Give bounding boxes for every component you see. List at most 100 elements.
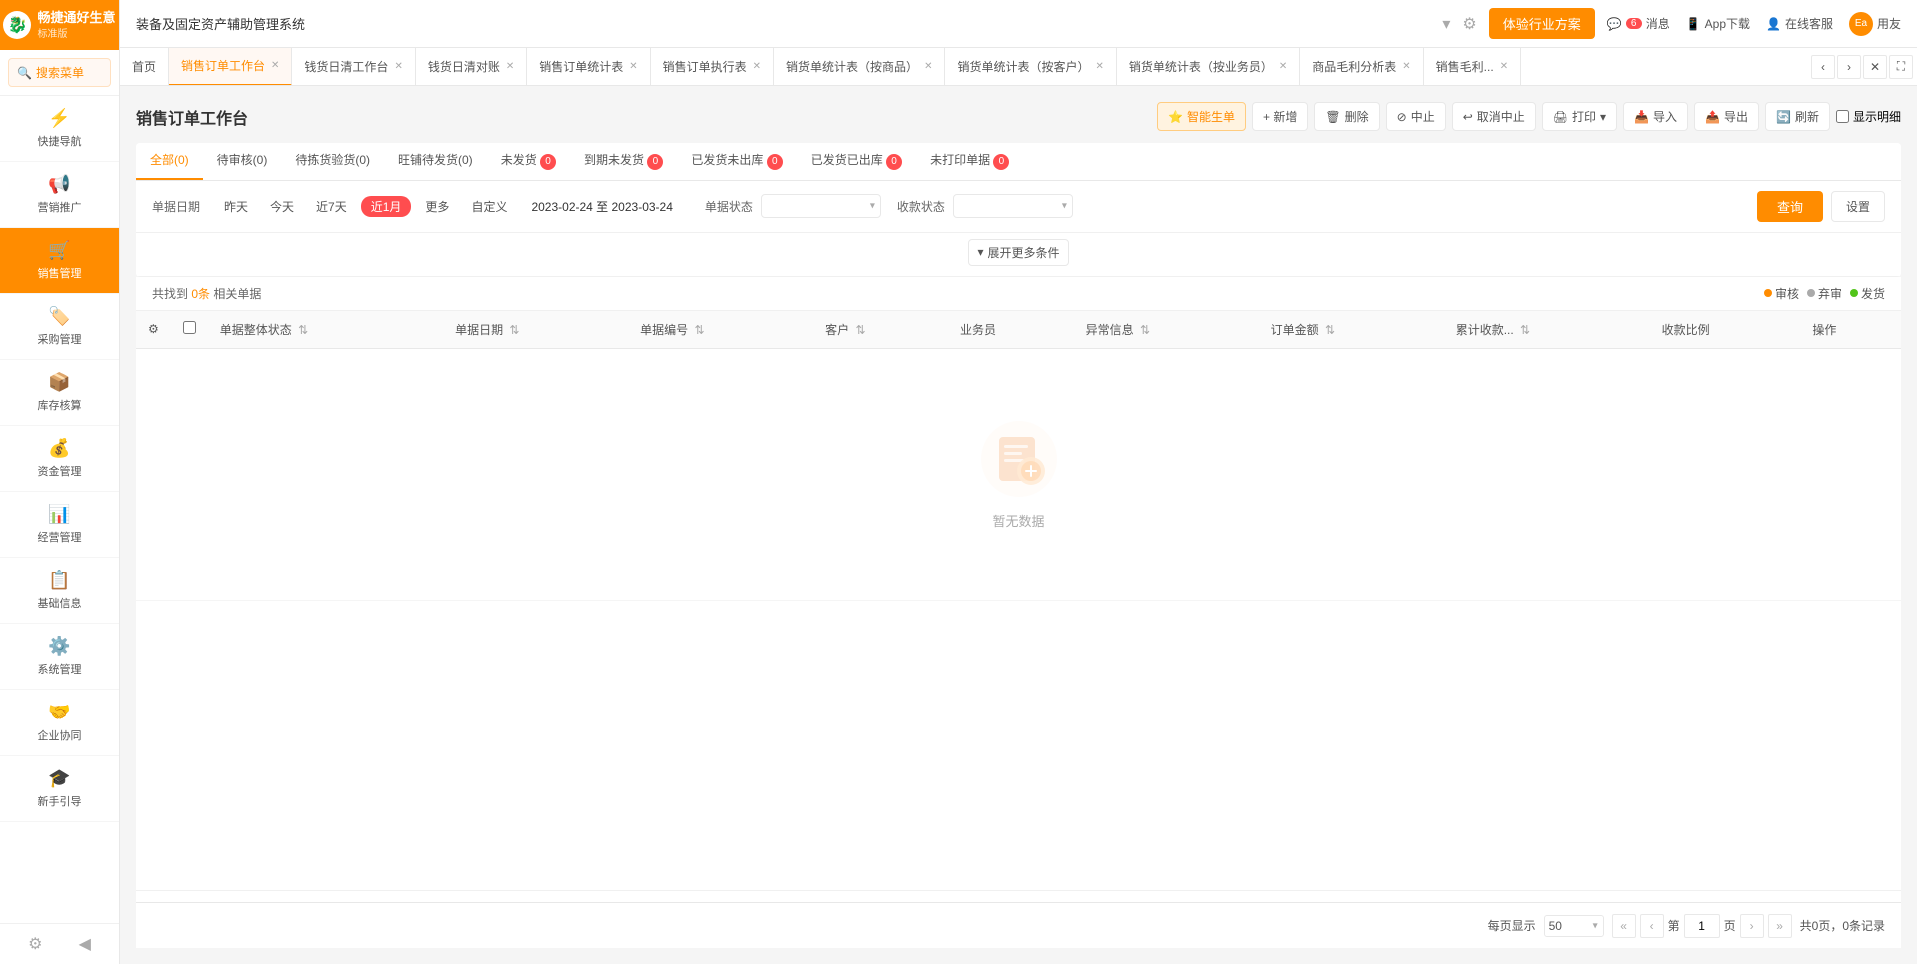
filter-settings-button[interactable]: 设置: [1831, 191, 1885, 222]
logo-icon: 🐉: [3, 11, 31, 39]
sidebar-settings-button[interactable]: ⚙: [28, 934, 42, 954]
th-staff[interactable]: 业务员: [948, 311, 1074, 349]
stop-button[interactable]: ⊘ 中止: [1386, 102, 1446, 131]
trial-button[interactable]: 体验行业方案: [1489, 8, 1595, 39]
select-all-checkbox[interactable]: [183, 321, 196, 334]
date-btn-1month[interactable]: 近1月: [361, 196, 412, 217]
filter-tab-expired[interactable]: 到期未发货 0: [570, 143, 677, 180]
tab-sales-bycustomer-close[interactable]: ✕: [1095, 61, 1103, 72]
sidebar-item-base[interactable]: 📋 基础信息: [0, 558, 119, 624]
tab-sales-stat-close[interactable]: ✕: [629, 61, 637, 72]
column-settings-icon[interactable]: ⚙: [148, 322, 159, 336]
sidebar-item-guide[interactable]: 🎓 新手引导: [0, 756, 119, 822]
tab-sales-workbench[interactable]: 销售订单工作台 ✕: [169, 48, 292, 86]
table-count-link[interactable]: 0条: [191, 287, 210, 301]
per-page-select[interactable]: 10 20 50 100: [1544, 915, 1604, 937]
tab-prev-button[interactable]: ‹: [1811, 55, 1835, 79]
filter-tab-all[interactable]: 全部(0): [136, 143, 203, 180]
tab-cash-daily-close[interactable]: ✕: [394, 61, 402, 72]
tab-fullscreen-button[interactable]: ⛶: [1889, 55, 1913, 79]
th-number[interactable]: 单据编号 ⇅: [628, 311, 813, 349]
filter-tab-not-printed[interactable]: 未打印单据 0: [916, 143, 1023, 180]
topbar-settings-icon[interactable]: ⚙: [1462, 14, 1476, 34]
tab-close-all-button[interactable]: ✕: [1863, 55, 1887, 79]
delete-button[interactable]: 🗑 删除: [1314, 102, 1379, 131]
sidebar-item-system[interactable]: ⚙️ 系统管理: [0, 624, 119, 690]
tab-sales-bystaff-close[interactable]: ✕: [1279, 61, 1287, 72]
tab-next-button[interactable]: ›: [1837, 55, 1861, 79]
export-button[interactable]: 📤 导出: [1694, 102, 1759, 131]
filter-tab-pending[interactable]: 待审核(0): [203, 143, 282, 180]
message-button[interactable]: 💬 6 消息: [1607, 15, 1670, 32]
expand-filter-button[interactable]: ▾ 展开更多条件: [968, 239, 1068, 266]
th-date[interactable]: 单据日期 ⇅: [443, 311, 628, 349]
receipt-select[interactable]: [953, 194, 1073, 218]
prev-page-button[interactable]: ‹: [1640, 914, 1664, 938]
approve-button[interactable]: 审核: [1764, 285, 1799, 302]
tab-cash-reconcile[interactable]: 钱货日清对账 ✕: [416, 48, 527, 86]
sidebar-item-finance[interactable]: 💰 资金管理: [0, 426, 119, 492]
sort-icon-customer: ⇅: [856, 323, 866, 337]
show-detail-checkbox[interactable]: [1836, 110, 1849, 123]
page-input[interactable]: [1684, 914, 1720, 938]
date-btn-yesterday[interactable]: 昨天: [216, 196, 256, 217]
refresh-button[interactable]: 🔄 刷新: [1765, 102, 1830, 131]
ai-generate-button[interactable]: ⭐ 智能生单: [1157, 102, 1246, 131]
tab-sales-exec[interactable]: 销售订单执行表 ✕: [651, 48, 774, 86]
search-menu-button[interactable]: 🔍 搜索菜单: [8, 58, 111, 87]
ship-button[interactable]: 发货: [1850, 285, 1885, 302]
tab-sales-bycustomer[interactable]: 销货单统计表（按客户） ✕: [945, 48, 1116, 86]
status-select[interactable]: [761, 194, 881, 218]
print-button[interactable]: 🖨 打印 ▾: [1542, 102, 1617, 131]
filter-tab-wangpu[interactable]: 旺铺待发货(0): [384, 143, 487, 180]
add-button[interactable]: + 新增: [1252, 102, 1308, 131]
reject-button[interactable]: 弃审: [1807, 285, 1842, 302]
tab-home[interactable]: 首页: [120, 48, 169, 86]
date-btn-today[interactable]: 今天: [262, 196, 302, 217]
horizontal-scrollbar[interactable]: [136, 890, 1901, 902]
date-btn-7days[interactable]: 近7天: [308, 196, 355, 217]
th-customer[interactable]: 客户 ⇅: [813, 311, 948, 349]
tab-sales-exec-close[interactable]: ✕: [753, 61, 761, 72]
filter-tab-shipped-out[interactable]: 已发货已出库 0: [797, 143, 916, 180]
tab-sales-byproduct-close[interactable]: ✕: [924, 61, 932, 72]
sidebar-item-purchase[interactable]: 🏷️ 采购管理: [0, 294, 119, 360]
sidebar-item-inventory[interactable]: 📦 库存核算: [0, 360, 119, 426]
next-page-button[interactable]: ›: [1740, 914, 1764, 938]
sidebar-item-sales[interactable]: 🛒 销售管理: [0, 228, 119, 294]
date-btn-custom[interactable]: 自定义: [463, 196, 515, 217]
tab-sales-byproduct[interactable]: 销货单统计表（按商品） ✕: [774, 48, 945, 86]
stop-icon: ⊘: [1397, 110, 1407, 124]
sidebar-collapse-button[interactable]: ◀: [79, 934, 91, 954]
th-amount[interactable]: 订单金额 ⇅: [1259, 311, 1444, 349]
last-page-button[interactable]: »: [1768, 914, 1792, 938]
query-button[interactable]: 查询: [1757, 191, 1823, 222]
date-btn-more[interactable]: 更多: [417, 196, 457, 217]
tab-gross-margin[interactable]: 商品毛利分析表 ✕: [1300, 48, 1423, 86]
filter-tab-not-shipped[interactable]: 未发货 0: [487, 143, 570, 180]
tab-sales-stat[interactable]: 销售订单统计表 ✕: [527, 48, 650, 86]
tab-gross-margin-close[interactable]: ✕: [1402, 61, 1410, 72]
show-detail-checkbox-label[interactable]: 显示明细: [1836, 108, 1901, 125]
sidebar-item-corp[interactable]: 🤝 企业协同: [0, 690, 119, 756]
first-page-button[interactable]: «: [1612, 914, 1636, 938]
user-menu[interactable]: Ea 用友: [1849, 12, 1901, 36]
tab-sales-bystaff[interactable]: 销货单统计表（按业务员） ✕: [1117, 48, 1300, 86]
expired-badge: 0: [647, 154, 663, 170]
online-service-button[interactable]: 👤 在线客服: [1766, 15, 1833, 32]
import-button[interactable]: 📥 导入: [1623, 102, 1688, 131]
tab-sales-more[interactable]: 销售毛利... ✕: [1424, 48, 1521, 86]
filter-tab-shipped-not-out[interactable]: 已发货未出库 0: [677, 143, 796, 180]
sidebar-item-nav[interactable]: ⚡ 快捷导航: [0, 96, 119, 162]
filter-tab-inspect[interactable]: 待拣货验货(0): [281, 143, 384, 180]
tab-sales-workbench-close[interactable]: ✕: [271, 60, 279, 71]
topbar-dropdown-icon[interactable]: ▾: [1442, 14, 1450, 34]
cancel-stop-button[interactable]: ↩ 取消中止: [1452, 102, 1536, 131]
tab-cash-daily[interactable]: 钱货日清工作台 ✕: [292, 48, 415, 86]
sidebar-item-marketing[interactable]: 📢 营销推广: [0, 162, 119, 228]
sidebar-item-operation[interactable]: 📊 经营管理: [0, 492, 119, 558]
system-icon: ⚙️: [48, 636, 70, 657]
app-download-button[interactable]: 📱 App下载: [1686, 15, 1750, 32]
tab-cash-reconcile-close[interactable]: ✕: [506, 61, 514, 72]
tab-sales-more-close[interactable]: ✕: [1500, 61, 1508, 72]
